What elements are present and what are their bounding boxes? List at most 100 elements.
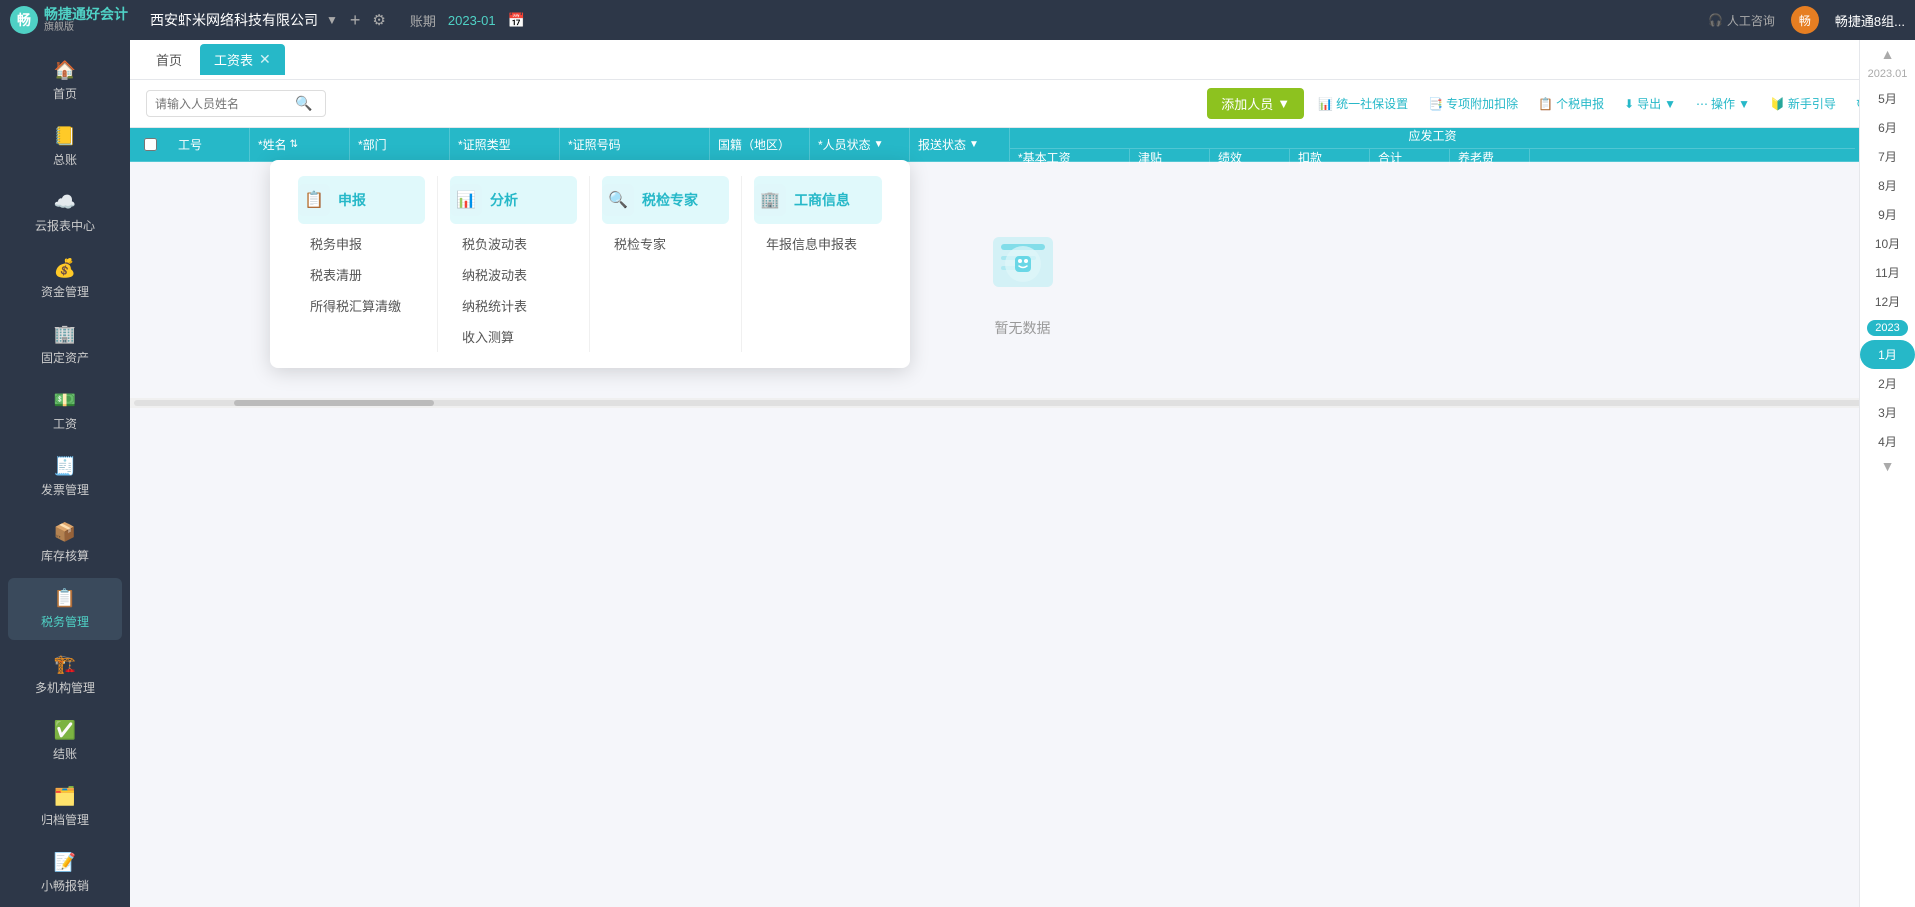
search-icon[interactable]: 🔍 (295, 95, 312, 112)
cal-month-4[interactable]: 4月 (1860, 427, 1915, 456)
sidebar-item-home[interactable]: 🏠 首页 (8, 50, 122, 112)
sidebar-item-expense[interactable]: 📝 小畅报销 (8, 842, 122, 904)
sidebar-label-cloud-report: 云报表中心 (35, 217, 95, 234)
th-checkbox[interactable] (130, 138, 170, 151)
menu-item-tax-table[interactable]: 税表清册 (298, 259, 425, 290)
main-layout: 🏠 首页 📒 总账 ☁️ 云报表中心 💰 资金管理 🏢 固定资产 💵 工资 🧾 … (0, 40, 1915, 907)
cal-month-10[interactable]: 10月 (1860, 229, 1915, 258)
cat-header-business: 🏢 工商信息 (754, 176, 882, 224)
menu-category-business-info: 🏢 工商信息 年报信息申报表 (742, 176, 894, 352)
sidebar-item-invoice[interactable]: 🧾 发票管理 (8, 446, 122, 508)
sidebar-item-close-account[interactable]: ✅ 结账 (8, 710, 122, 772)
cal-month-7[interactable]: 7月 (1860, 142, 1915, 171)
sidebar-item-cloud-report[interactable]: ☁️ 云报表中心 (8, 182, 122, 244)
th-cert-type-label: *证照类型 (458, 136, 511, 153)
app-subtitle: 旗舰版 (44, 22, 128, 34)
th-name-sort[interactable]: ⇅ (290, 139, 298, 150)
tab-home[interactable]: 首页 (142, 44, 196, 75)
sidebar-item-tax[interactable]: 📋 税务管理 (8, 578, 122, 640)
special-deduct-btn[interactable]: 📑 专项附加扣除 (1422, 91, 1524, 116)
th-performance-label: 绩效 (1218, 149, 1242, 166)
cat-header-tax-expert: 🔍 税检专家 (602, 176, 729, 224)
sidebar-item-fixed-asset[interactable]: 🏢 固定资产 (8, 314, 122, 376)
cal-month-2[interactable]: 2月 (1860, 369, 1915, 398)
cal-month-1[interactable]: 1月 (1860, 340, 1915, 369)
user-name[interactable]: 畅捷通8组... (1835, 11, 1905, 30)
social-security-btn[interactable]: 📊 统一社保设置 (1312, 91, 1414, 116)
guide-btn-icon: 🔰 (1770, 97, 1785, 111)
cat-title-business: 工商信息 (794, 190, 850, 210)
scrollbar-thumb[interactable] (234, 400, 434, 406)
app-logo-icon: 畅 (10, 6, 38, 34)
cal-month-5[interactable]: 5月 (1860, 84, 1915, 113)
menu-item-income-tax[interactable]: 所得税汇算清缴 (298, 290, 425, 321)
add-company-btn[interactable]: + (350, 10, 361, 31)
asset-icon: 🏢 (54, 324, 76, 345)
sidebar-label-archive: 归档管理 (41, 811, 89, 828)
social-icon: 📊 (1318, 97, 1333, 111)
wage-sub-cols: *基本工资 津贴 绩效 扣款 合计 养老费 (1010, 149, 1855, 166)
app-title: 畅捷通好会计 (44, 6, 128, 23)
th-performance: 绩效 (1210, 149, 1290, 166)
search-input[interactable] (155, 97, 295, 111)
sidebar-item-multi-org[interactable]: 🏗️ 多机构管理 (8, 644, 122, 706)
menu-item-income-estimate[interactable]: 收入测算 (450, 321, 577, 352)
sidebar-item-archive[interactable]: 🗂️ 归档管理 (8, 776, 122, 838)
tab-close-icon[interactable]: ✕ (259, 51, 271, 68)
menu-item-tax-burden[interactable]: 税负波动表 (450, 228, 577, 259)
tax-icon: 📋 (54, 588, 76, 609)
tab-salary-sheet-label: 工资表 (214, 50, 253, 69)
cal-month-6[interactable]: 6月 (1860, 113, 1915, 142)
export-btn[interactable]: ⬇ 导出 ▼ (1618, 91, 1682, 116)
archive-icon: 🗂️ (54, 786, 76, 807)
th-report-status[interactable]: 报送状态 ▼ (910, 128, 1010, 161)
th-status-label: *人员状态 (818, 136, 871, 153)
op-dropdown-icon: ▼ (1738, 97, 1750, 111)
menu-item-tax-fluctuation[interactable]: 纳税波动表 (450, 259, 577, 290)
menu-item-tax-stats[interactable]: 纳税统计表 (450, 290, 577, 321)
service-button[interactable]: 🎧 人工咨询 (1708, 12, 1775, 29)
period-value: 2023-01 (448, 13, 496, 28)
menu-item-tax-declare[interactable]: 税务申报 (298, 228, 425, 259)
top-header: 畅 畅捷通好会计 旗舰版 西安虾米网络科技有限公司 ▼ + ⚙ 账期 2023-… (0, 0, 1915, 40)
menu-item-tax-expert[interactable]: 税检专家 (602, 228, 729, 259)
select-all-checkbox[interactable] (144, 138, 157, 151)
content-area: 首页 工资表 ✕ 🔍 添加人员 ▼ 📊 统一社保设置 📑 (130, 40, 1915, 907)
th-name[interactable]: *姓名 ⇅ (250, 128, 350, 161)
horizontal-scrollbar[interactable] (130, 398, 1915, 408)
cal-month-8[interactable]: 8月 (1860, 171, 1915, 200)
cal-nav-down[interactable]: ▼ (1879, 456, 1897, 476)
cal-month-9[interactable]: 9月 (1860, 200, 1915, 229)
menu-item-annual-report[interactable]: 年报信息申报表 (754, 228, 882, 259)
th-status[interactable]: *人员状态 ▼ (810, 128, 910, 161)
cal-month-11[interactable]: 11月 (1860, 258, 1915, 287)
cal-month-3[interactable]: 3月 (1860, 398, 1915, 427)
guide-btn[interactable]: 🔰 新手引导 (1764, 91, 1842, 116)
header-right: 🎧 人工咨询 畅 畅捷通8组... (1708, 6, 1905, 34)
menu-category-declaration: 📋 申报 税务申报 税表清册 所得税汇算清缴 (286, 176, 438, 352)
cal-month-12[interactable]: 12月 (1860, 287, 1915, 316)
operation-btn[interactable]: ⋯ 操作 ▼ (1690, 91, 1756, 116)
tab-salary-sheet[interactable]: 工资表 ✕ (200, 44, 285, 75)
expense-icon: 📝 (54, 852, 76, 873)
th-status-filter[interactable]: ▼ (874, 139, 884, 150)
multi-org-icon: 🏗️ (54, 654, 76, 675)
sidebar-item-ledger[interactable]: 📒 总账 (8, 116, 122, 178)
sidebar-item-fund[interactable]: 💰 资金管理 (8, 248, 122, 310)
empty-illustration (983, 222, 1063, 302)
period-calendar-icon[interactable]: 📅 (508, 12, 525, 29)
business-cat-icon: 🏢 (754, 184, 786, 216)
cal-nav-up[interactable]: ▲ (1879, 44, 1897, 64)
th-report-filter[interactable]: ▼ (969, 139, 979, 150)
deduct-icon: 📑 (1428, 97, 1443, 111)
company-setting-icon[interactable]: ⚙ (372, 11, 385, 29)
th-name-label: *姓名 (258, 136, 287, 153)
tax-report-btn[interactable]: 📋 个税申报 (1532, 91, 1610, 116)
add-person-button[interactable]: 添加人员 ▼ (1207, 88, 1304, 119)
sidebar-item-salary[interactable]: 💵 工资 (8, 380, 122, 442)
th-cert-no: *证照号码 (560, 128, 710, 161)
sidebar-item-inventory[interactable]: 📦 库存核算 (8, 512, 122, 574)
company-dropdown-icon[interactable]: ▼ (326, 13, 338, 27)
menu-category-tax-expert: 🔍 税检专家 税检专家 (590, 176, 742, 352)
th-deduct-label: 扣款 (1298, 149, 1322, 166)
